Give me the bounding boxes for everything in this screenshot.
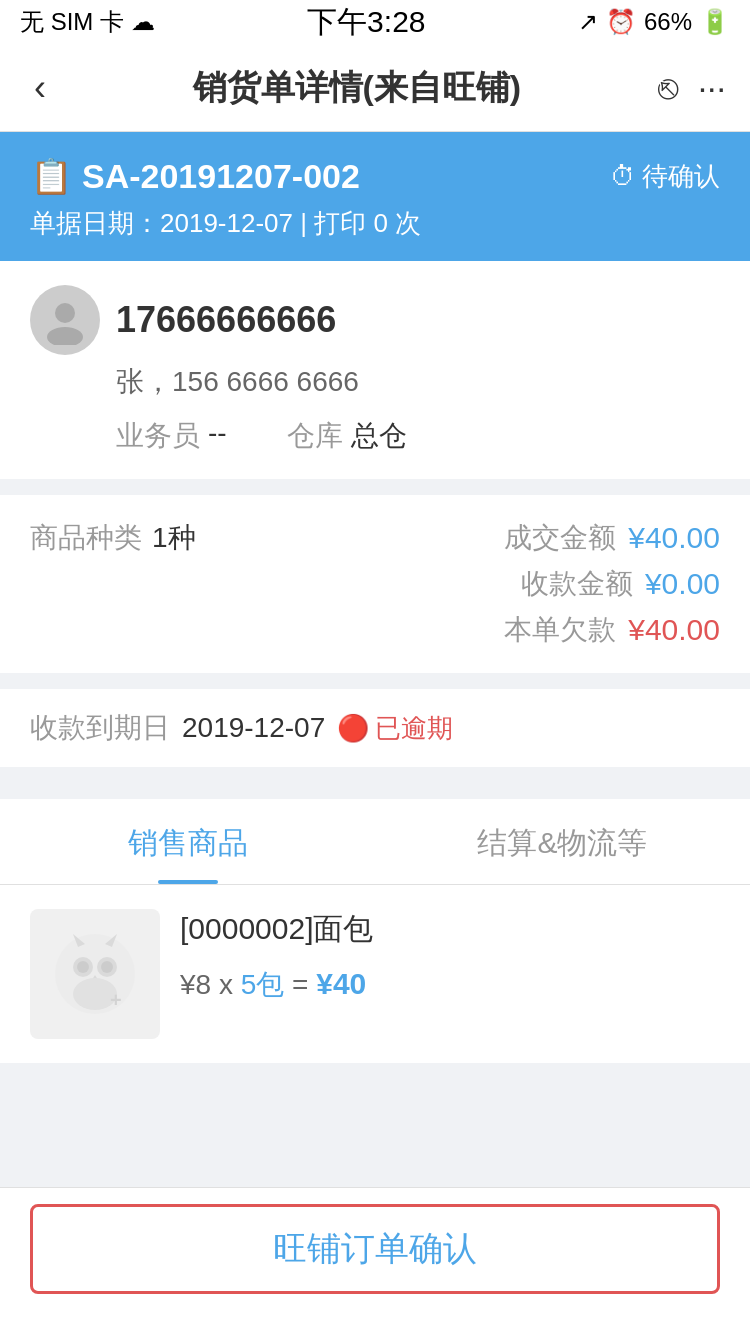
sales-info: 业务员 -- xyxy=(116,417,227,455)
confirm-order-button[interactable]: 旺铺订单确认 xyxy=(30,1204,720,1294)
customer-phone: 17666666666 xyxy=(116,299,336,341)
customer-section: 17666666666 张，156 6666 6666 业务员 -- 仓库 总仓 xyxy=(0,261,750,479)
print-label: | 打印 xyxy=(300,208,366,238)
avatar xyxy=(30,285,100,355)
product-price: ¥8 xyxy=(180,969,211,1000)
battery-indicator: 66% xyxy=(644,8,692,36)
order-date-row: 单据日期：2019-12-07 | 打印 0 次 xyxy=(30,206,720,241)
summary-right: 成交金额 ¥40.00 收款金额 ¥0.00 本单欠款 ¥40.00 xyxy=(504,519,720,649)
order-status: ⏱ 待确认 xyxy=(610,159,720,194)
sim-indicator: 无 SIM 卡 ☁ xyxy=(20,6,155,38)
received-label: 收款金额 xyxy=(521,565,633,603)
due-date-section: 收款到期日 2019-12-07 🔴 已逾期 xyxy=(0,689,750,767)
transaction-value: ¥40.00 xyxy=(628,521,720,555)
date-label: 单据日期： xyxy=(30,208,160,238)
alarm-icon: ⏰ xyxy=(606,8,636,36)
transaction-amount-row: 成交金额 ¥40.00 xyxy=(504,519,720,557)
customer-name: 张，156 6666 6666 xyxy=(116,363,720,401)
order-number: 📋 SA-20191207-002 xyxy=(30,156,360,196)
summary-left: 商品种类 1种 xyxy=(30,519,196,565)
order-header: 📋 SA-20191207-002 ⏱ 待确认 单据日期：2019-12-07 … xyxy=(0,132,750,261)
due-date-value: 2019-12-07 xyxy=(182,712,325,744)
order-icon: 📋 xyxy=(30,156,72,196)
product-thumbnail: + xyxy=(30,909,160,1039)
due-date-label: 收款到期日 xyxy=(30,709,170,747)
product-section: + [0000002]面包 ¥8 x 5包 = ¥40 xyxy=(0,885,750,1063)
order-status-text: 待确认 xyxy=(642,159,720,194)
product-item: + [0000002]面包 ¥8 x 5包 = ¥40 xyxy=(30,909,720,1039)
more-icon[interactable]: ··· xyxy=(698,68,726,107)
tabs-container: 销售商品 结算&物流等 xyxy=(0,799,750,885)
clock-icon: ⏱ xyxy=(610,161,636,192)
divider-2 xyxy=(0,673,750,689)
order-header-top: 📋 SA-20191207-002 ⏱ 待确认 xyxy=(30,156,720,196)
battery-icon: 🔋 xyxy=(700,8,730,36)
received-value: ¥0.00 xyxy=(645,567,720,601)
customer-header: 17666666666 xyxy=(30,285,720,355)
received-amount-row: 收款金额 ¥0.00 xyxy=(521,565,720,603)
status-bar-time: 下午3:28 xyxy=(307,2,425,43)
warehouse-info: 仓库 总仓 xyxy=(287,417,407,455)
order-date-value: 2019-12-07 xyxy=(160,208,293,238)
owed-label: 本单欠款 xyxy=(504,611,616,649)
product-type-row: 商品种类 1种 xyxy=(30,519,196,557)
status-bar: 无 SIM 卡 ☁ 下午3:28 ↗ ⏰ 66% 🔋 xyxy=(0,0,750,44)
sales-value: -- xyxy=(208,417,227,455)
overdue-badge: 🔴 已逾期 xyxy=(337,711,453,746)
summary-section: 商品种类 1种 成交金额 ¥40.00 收款金额 ¥0.00 本单欠款 ¥40.… xyxy=(0,495,750,673)
tab-settlement-logistics[interactable]: 结算&物流等 xyxy=(375,799,750,884)
equals-sign: = xyxy=(292,969,316,1000)
product-type-label: 商品种类 xyxy=(30,519,142,557)
location-icon: ↗ xyxy=(578,8,598,36)
svg-point-1 xyxy=(47,327,83,345)
warehouse-value: 总仓 xyxy=(351,417,407,455)
product-quantity: 5包 xyxy=(241,969,285,1000)
product-total: ¥40 xyxy=(316,967,366,1000)
tab-sales-product[interactable]: 销售商品 xyxy=(0,799,375,884)
order-number-text: SA-20191207-002 xyxy=(82,157,360,196)
svg-text:+: + xyxy=(110,989,122,1011)
multiply-sign: x xyxy=(219,969,241,1000)
status-bar-left: 无 SIM 卡 ☁ xyxy=(20,6,155,38)
overdue-text: 已逾期 xyxy=(375,711,453,746)
print-unit: 次 xyxy=(395,208,421,238)
page-title: 销货单详情(来自旺铺) xyxy=(193,65,522,111)
owed-amount-row: 本单欠款 ¥40.00 xyxy=(504,611,720,649)
nav-bar: ‹ 销货单详情(来自旺铺) ⎋ ··· xyxy=(0,44,750,132)
warehouse-label: 仓库 xyxy=(287,417,343,455)
owed-value: ¥40.00 xyxy=(628,613,720,647)
sales-label: 业务员 xyxy=(116,417,200,455)
svg-point-0 xyxy=(55,303,75,323)
back-button[interactable]: ‹ xyxy=(24,57,56,119)
svg-point-5 xyxy=(77,961,89,973)
share-icon[interactable]: ⎋ xyxy=(658,68,678,107)
product-price-row: ¥8 x 5包 = ¥40 xyxy=(180,966,720,1004)
divider-1 xyxy=(0,479,750,495)
summary-row: 商品种类 1种 成交金额 ¥40.00 收款金额 ¥0.00 本单欠款 ¥40.… xyxy=(30,519,720,649)
status-bar-right: ↗ ⏰ 66% 🔋 xyxy=(578,8,730,36)
overdue-icon: 🔴 xyxy=(337,713,369,744)
product-name: [0000002]面包 xyxy=(180,909,720,950)
customer-info-row: 业务员 -- 仓库 总仓 xyxy=(116,417,720,455)
divider-3 xyxy=(0,767,750,783)
svg-point-6 xyxy=(101,961,113,973)
nav-right-actions: ⎋ ··· xyxy=(658,68,726,107)
bottom-button-area: 旺铺订单确认 xyxy=(0,1187,750,1334)
product-info: [0000002]面包 ¥8 x 5包 = ¥40 xyxy=(180,909,720,1004)
product-type-value: 1种 xyxy=(152,519,196,557)
transaction-label: 成交金额 xyxy=(504,519,616,557)
print-count: 0 xyxy=(373,208,387,238)
